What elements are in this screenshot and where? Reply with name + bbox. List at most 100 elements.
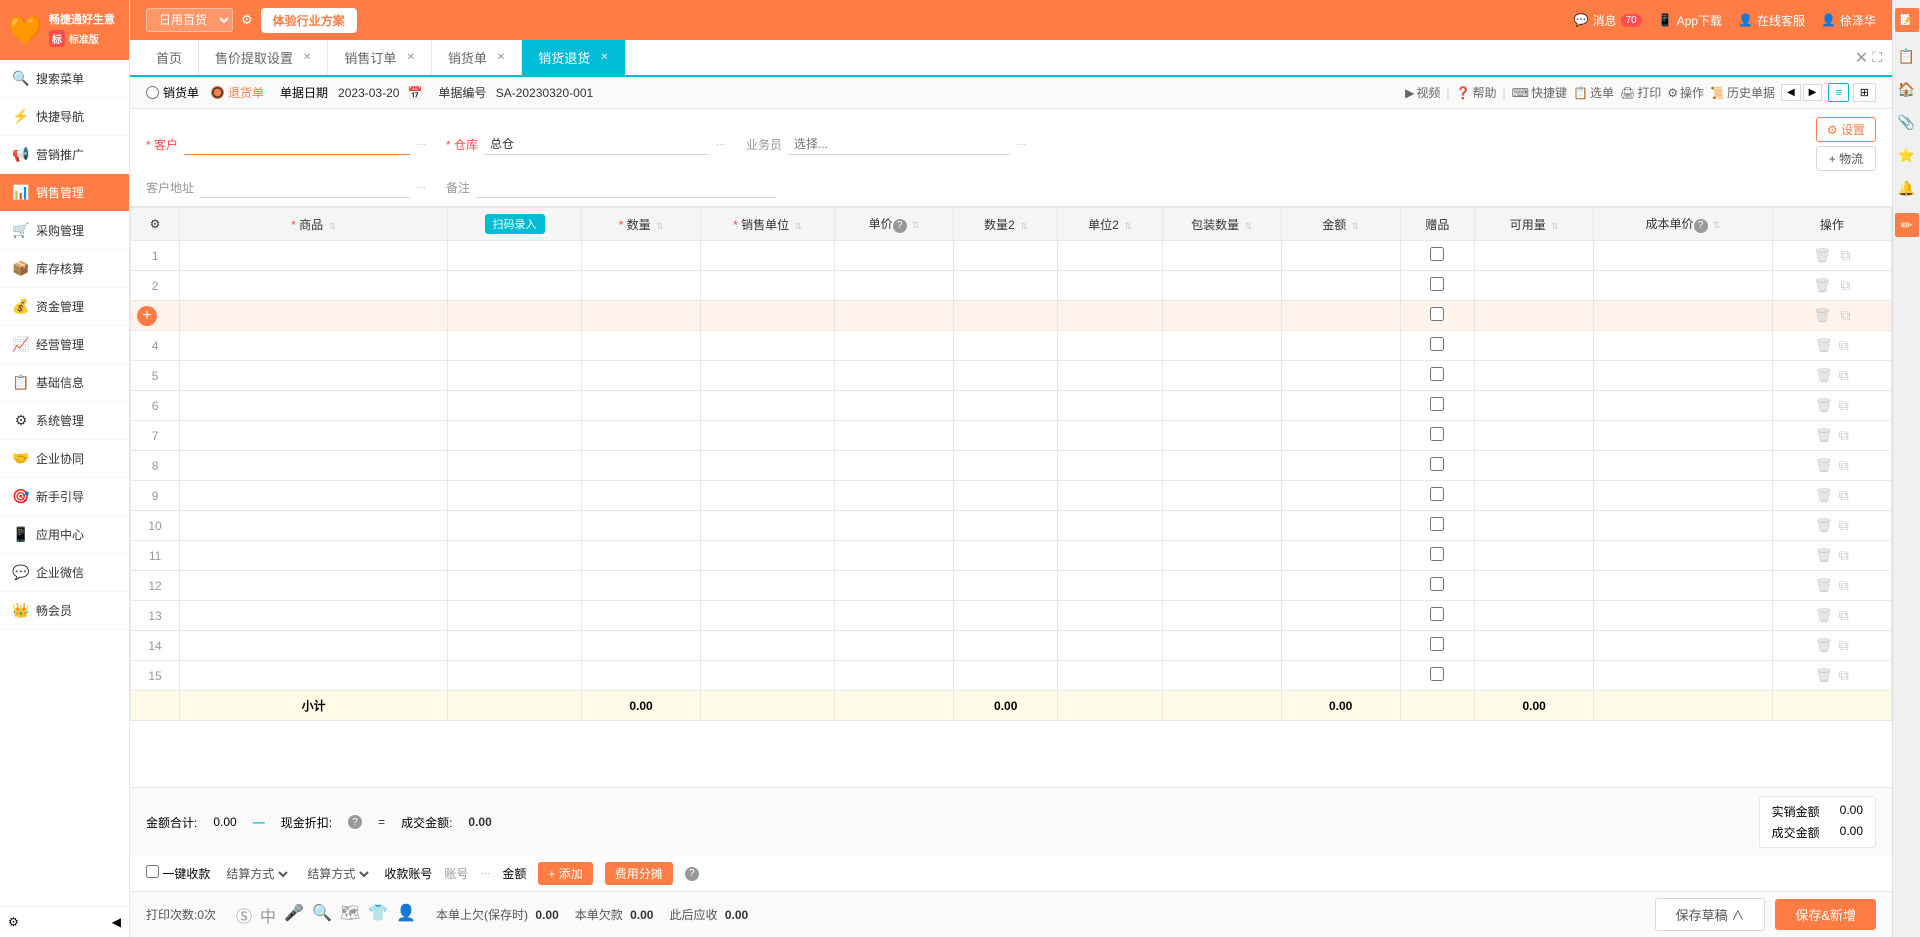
delete-row-icon[interactable]: 🗑	[1815, 517, 1833, 533]
gift-checkbox[interactable]	[1430, 577, 1444, 591]
copy-row-icon[interactable]: ⧉	[1839, 637, 1849, 653]
mic-icon[interactable]: 🎤	[284, 903, 304, 927]
warehouse-input[interactable]	[484, 134, 710, 155]
right-panel-icon-3[interactable]: 🏠	[1898, 81, 1915, 98]
tab-close-icon[interactable]: ✕	[600, 52, 608, 63]
gift-checkbox[interactable]	[1430, 277, 1444, 291]
gift-checkbox[interactable]	[1430, 487, 1444, 501]
quantity-cell[interactable]	[582, 241, 701, 271]
cn-icon[interactable]: 中	[260, 903, 276, 927]
tab-sales-order[interactable]: 销售订单 ✕	[328, 40, 431, 75]
cost-price-cell[interactable]	[1594, 271, 1773, 301]
trial-button[interactable]: 体验行业方案	[261, 8, 357, 33]
new-qty2-cell[interactable]	[954, 301, 1058, 331]
tab-sales-return[interactable]: 销货退货 ✕	[522, 40, 625, 75]
save-new-button[interactable]: 保存&新增	[1775, 899, 1876, 930]
cost-price-cell[interactable]	[1594, 241, 1773, 271]
package-qty-cell[interactable]	[1162, 241, 1281, 271]
radio-input-return[interactable]	[211, 86, 224, 99]
new-price-cell[interactable]	[835, 301, 954, 331]
account-dots[interactable]: ···	[480, 868, 490, 879]
sort-icon[interactable]: ⇅	[328, 221, 336, 231]
sort-icon[interactable]: ⇅	[656, 221, 664, 231]
calc-method-select[interactable]: 结算方式	[303, 866, 372, 882]
sidebar-item-new-guide[interactable]: 🎯 新手引导	[0, 478, 129, 516]
delete-row-icon[interactable]: 🗑	[1815, 487, 1833, 503]
copy-row-icon[interactable]: ⧉	[1840, 277, 1850, 293]
video-help-btn[interactable]: ▶ 视频	[1405, 84, 1440, 101]
right-panel-icon-1[interactable]: 📝	[1895, 8, 1919, 32]
copy-row-icon[interactable]: ⧉	[1839, 337, 1849, 353]
sidebar-item-search[interactable]: 🔍 搜索菜单	[0, 60, 129, 98]
sort-icon[interactable]: ⇅	[912, 220, 920, 230]
amount-cell[interactable]	[1281, 271, 1400, 301]
unit-price-cell[interactable]	[835, 271, 954, 301]
right-panel-icon-4[interactable]: 📎	[1898, 114, 1915, 131]
copy-row-icon[interactable]: ⧉	[1839, 577, 1849, 593]
delete-row-icon[interactable]: 🗑	[1815, 547, 1833, 563]
new-available-cell[interactable]	[1475, 301, 1594, 331]
sidebar-item-enterprise-wechat[interactable]: 💬 企业微信	[0, 554, 129, 592]
gift-checkbox[interactable]	[1430, 247, 1444, 261]
delete-row-icon[interactable]: 🗑	[1815, 667, 1833, 683]
copy-row-icon[interactable]: ⧉	[1839, 427, 1849, 443]
new-pkg-qty-cell[interactable]	[1162, 301, 1281, 331]
gift-checkbox[interactable]	[1430, 547, 1444, 561]
sidebar-item-sales[interactable]: 📊 销售管理	[0, 174, 129, 212]
fee-split-help-icon[interactable]: ?	[685, 867, 699, 881]
right-panel-icon-5[interactable]: ⭐	[1898, 147, 1915, 164]
right-panel-icon-6[interactable]: 🔔	[1898, 180, 1915, 197]
close-all-icon[interactable]: ✕	[1855, 48, 1868, 68]
new-gift-checkbox[interactable]	[1430, 307, 1444, 321]
delete-row-icon[interactable]: 🗑	[1813, 277, 1831, 293]
radio-input-sales[interactable]	[146, 86, 159, 99]
copy-row-icon[interactable]: ⧉	[1839, 607, 1849, 623]
add-payment-btn[interactable]: + 添加	[538, 862, 592, 885]
copy-row-icon[interactable]: ⧉	[1839, 667, 1849, 683]
new-product-input[interactable]	[186, 308, 441, 323]
gift-checkbox[interactable]	[1430, 427, 1444, 441]
add-row-button[interactable]: +	[137, 306, 157, 326]
gift-checkbox[interactable]	[1430, 667, 1444, 681]
settings-button[interactable]: ⚙ 设置	[1816, 117, 1876, 142]
package-qty-cell[interactable]	[1162, 271, 1281, 301]
radio-sales-return[interactable]: 退货单	[211, 84, 264, 101]
delete-row-icon[interactable]: 🗑	[1815, 607, 1833, 623]
available-cell[interactable]	[1475, 241, 1594, 271]
sidebar-item-vip[interactable]: 👑 畅会员	[0, 592, 129, 630]
map-icon[interactable]: 🗺	[340, 903, 360, 927]
tab-close-icon[interactable]: ✕	[303, 52, 311, 63]
copy-row-icon[interactable]: ⧉	[1839, 457, 1849, 473]
product-cell[interactable]	[180, 241, 448, 271]
notification-btn[interactable]: 💬 消息 70	[1574, 12, 1642, 29]
sort-icon[interactable]: ⇅	[1124, 221, 1132, 231]
remark-input[interactable]	[476, 177, 776, 198]
gift-checkbox[interactable]	[1430, 607, 1444, 621]
delete-row-icon[interactable]: 🗑	[1815, 577, 1833, 593]
customer-dots[interactable]: ···	[416, 139, 426, 150]
customer-input[interactable]	[184, 134, 410, 155]
copy-row-icon[interactable]: ⧉	[1840, 247, 1850, 263]
gift-checkbox[interactable]	[1430, 337, 1444, 351]
radio-sales-delivery[interactable]: 销货单	[146, 84, 199, 101]
delete-row-icon[interactable]: 🗑	[1813, 247, 1831, 263]
salesperson-dots[interactable]: ···	[1016, 139, 1026, 150]
one-click-payment-checkbox[interactable]: 一键收款	[146, 865, 210, 882]
sidebar-item-operations[interactable]: 📈 经营管理	[0, 326, 129, 364]
search-bottom-icon[interactable]: 🔍	[312, 903, 332, 927]
delete-row-icon[interactable]: 🗑	[1815, 457, 1833, 473]
select-btn[interactable]: 📋 选单	[1573, 84, 1614, 101]
copy-row-icon[interactable]: ⧉	[1839, 367, 1849, 383]
right-panel-icon-7[interactable]: ✏	[1895, 213, 1919, 237]
unit-price-cell[interactable]	[835, 241, 954, 271]
gift-checkbox[interactable]	[1430, 457, 1444, 471]
sort-icon[interactable]: ⇅	[1352, 221, 1360, 231]
add-logistics-button[interactable]: + 物流	[1816, 146, 1876, 171]
sidebar-item-quick-nav[interactable]: ⚡ 快捷导航	[0, 98, 129, 136]
sidebar-item-basic-info[interactable]: 📋 基础信息	[0, 364, 129, 402]
calendar-icon[interactable]: 📅	[407, 86, 422, 100]
shortcut-btn[interactable]: ⌨ 快捷键	[1512, 84, 1567, 101]
sidebar-item-system[interactable]: ⚙ 系统管理	[0, 402, 129, 440]
new-unit-cell[interactable]	[701, 301, 835, 331]
tab-close-icon[interactable]: ✕	[406, 52, 414, 63]
